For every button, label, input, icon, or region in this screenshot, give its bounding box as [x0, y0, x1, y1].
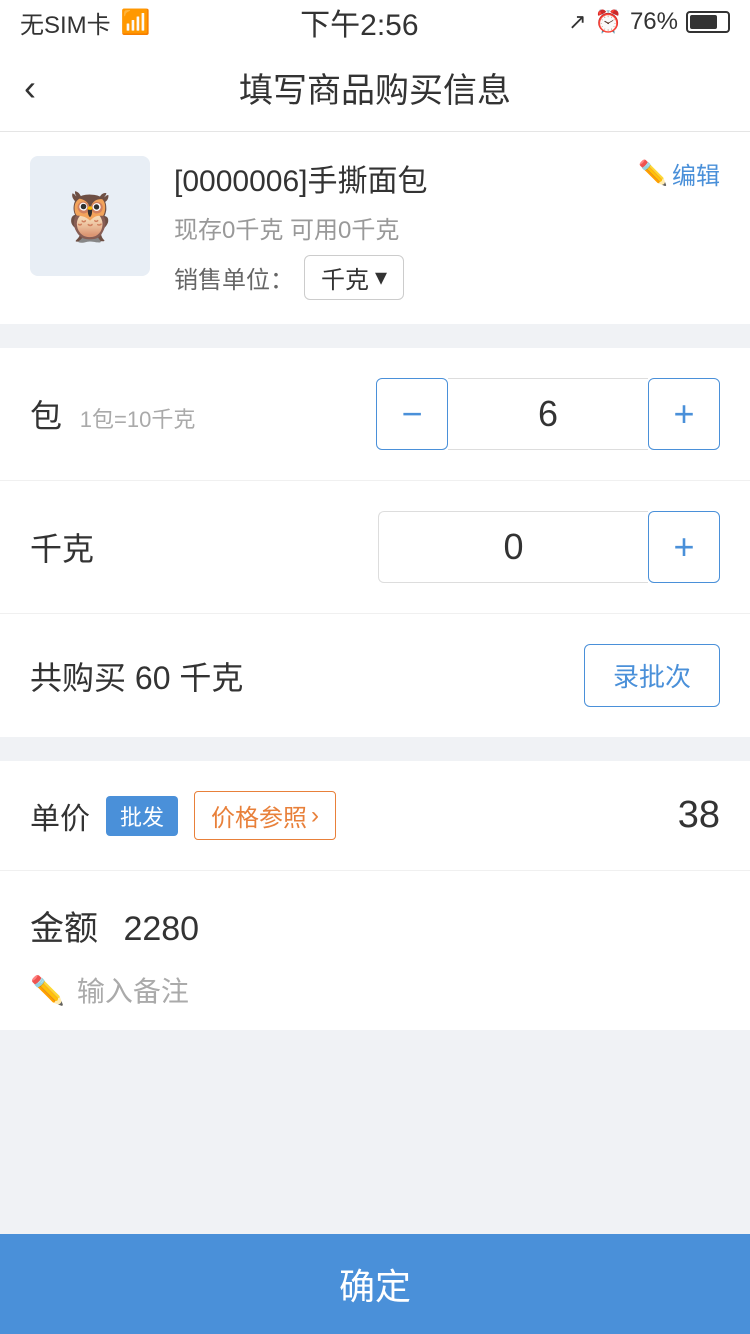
kg-plus-button[interactable]: +	[648, 511, 720, 583]
product-unit-row: 销售单位： 千克 ▾	[174, 255, 720, 300]
kg-quantity-row: 千克 +	[0, 481, 750, 614]
product-card: 🦉 [0000006]手撕面包 现存0千克 可用0千克 销售单位： 千克 ▾ ✏…	[0, 132, 750, 332]
kg-label: 千克	[30, 524, 94, 570]
location-icon: ↗	[568, 9, 586, 35]
remark-placeholder: 输入备注	[77, 970, 189, 1010]
page-title: 填写商品购买信息	[239, 63, 511, 112]
kg-quantity-controls: +	[378, 511, 720, 583]
product-stock: 现存0千克 可用0千克	[174, 210, 720, 245]
package-label-group: 包 1包=10千克	[30, 391, 195, 437]
alarm-icon: ⏰	[595, 9, 622, 35]
pencil-icon: ✏️	[30, 974, 65, 1007]
carrier-text: 无SIM卡	[20, 5, 111, 40]
section-divider-1	[0, 332, 750, 348]
battery-percent: 76%	[630, 8, 678, 36]
status-right: ↗ ⏰ 76%	[568, 8, 730, 36]
nav-bar: ‹ 填写商品购买信息	[0, 44, 750, 132]
edit-label: 编辑	[672, 156, 720, 191]
status-left: 无SIM卡 📶	[20, 5, 151, 40]
status-bar: 无SIM卡 📶 下午2:56 ↗ ⏰ 76%	[0, 0, 750, 44]
price-section: 单价 批发 价格参照 › 38	[0, 761, 750, 871]
package-label: 包	[30, 398, 62, 434]
package-quantity-controls: − +	[376, 378, 720, 450]
wifi-icon: 📶	[121, 8, 151, 37]
dropdown-icon: ▾	[375, 263, 387, 292]
summary-text: 共购买 60 千克	[30, 653, 243, 699]
edit-button[interactable]: ✏️ 编辑	[638, 156, 720, 191]
kg-quantity-input[interactable]	[378, 511, 648, 583]
amount-label: 金额	[30, 910, 98, 948]
back-button[interactable]: ‹	[24, 67, 36, 109]
product-logo-icon: 🦉	[60, 188, 120, 245]
unit-value: 千克	[321, 260, 369, 295]
amount-value: 2280	[123, 910, 199, 948]
unit-selector[interactable]: 千克 ▾	[304, 255, 404, 300]
amount-row: 金额 2280	[30, 901, 720, 950]
price-ref-arrow-icon: ›	[311, 802, 319, 830]
remark-row[interactable]: ✏️ 输入备注	[30, 970, 720, 1010]
section-divider-2	[0, 745, 750, 761]
package-plus-button[interactable]: +	[648, 378, 720, 450]
amount-section: 金额 2280 ✏️ 输入备注	[0, 871, 750, 1030]
edit-icon: ✏️	[638, 159, 668, 188]
unit-label: 销售单位：	[174, 260, 294, 295]
battery-icon	[686, 11, 730, 33]
package-minus-button[interactable]: −	[376, 378, 448, 450]
summary-section: 共购买 60 千克 录批次	[0, 614, 750, 745]
price-label: 单价	[30, 794, 90, 838]
price-ref-label: 价格参照	[211, 798, 307, 833]
price-value: 38	[678, 794, 720, 837]
package-quantity-section: 包 1包=10千克 − + 千克 +	[0, 348, 750, 614]
package-sublabel: 1包=10千克	[80, 407, 196, 432]
price-reference-button[interactable]: 价格参照 ›	[194, 791, 336, 840]
package-quantity-input[interactable]	[448, 378, 648, 450]
package-quantity-row: 包 1包=10千克 − +	[0, 348, 750, 481]
time-display: 下午2:56	[300, 0, 418, 44]
confirm-button[interactable]: 确定	[0, 1234, 750, 1334]
wholesale-tag: 批发	[106, 796, 178, 836]
product-image: 🦉	[30, 156, 150, 276]
batch-record-button[interactable]: 录批次	[584, 644, 720, 707]
